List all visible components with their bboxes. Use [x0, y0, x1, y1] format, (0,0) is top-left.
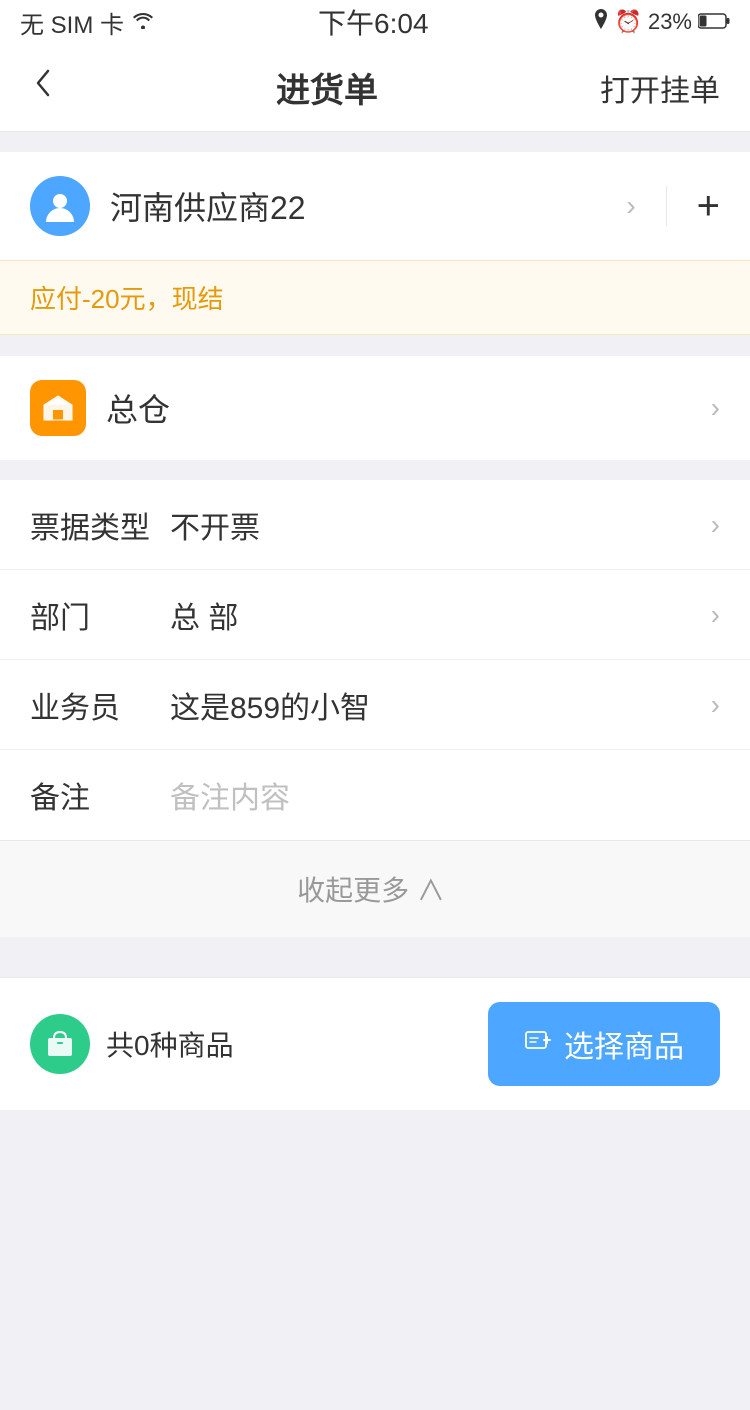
supplier-chevron-icon: ›: [626, 190, 635, 222]
warehouse-icon: [30, 380, 86, 436]
section-gap-1: [0, 132, 750, 152]
product-count-area: 共0种商品: [30, 1014, 234, 1074]
department-chevron-icon: ›: [711, 599, 720, 631]
page-background: [0, 1110, 750, 1410]
open-pending-button[interactable]: 打开挂单: [600, 66, 720, 110]
remark-label: 备注: [30, 773, 160, 817]
select-product-button[interactable]: 选择商品: [488, 1002, 720, 1086]
form-section: 票据类型 不开票 › 部门 总 部 › 业务员 这是859的小智 › 备注 备注…: [0, 480, 750, 840]
warehouse-name: 总仓: [106, 385, 711, 431]
select-product-icon: [524, 1026, 552, 1062]
salesperson-chevron-icon: ›: [711, 689, 720, 721]
supplier-row[interactable]: 河南供应商22 › +: [0, 152, 750, 260]
salesperson-row[interactable]: 业务员 这是859的小智 ›: [0, 660, 750, 750]
salesperson-value: 这是859的小智: [160, 683, 711, 727]
status-bar: 无 SIM 卡 下午6:04 ⏰ 23%: [0, 0, 750, 44]
department-value: 总 部: [160, 593, 711, 637]
supplier-add-button[interactable]: +: [697, 184, 720, 229]
salesperson-label: 业务员: [30, 683, 160, 727]
nav-bar: 进货单 打开挂单: [0, 44, 750, 132]
supplier-card: 河南供应商22 › + 应付-20元，现结: [0, 152, 750, 335]
supplier-name: 河南供应商22: [110, 183, 626, 229]
warehouse-chevron-icon: ›: [711, 392, 720, 424]
location-icon: [593, 9, 609, 35]
invoice-type-chevron-icon: ›: [711, 509, 720, 541]
notice-banner: 应付-20元，现结: [0, 260, 750, 335]
section-gap-2: [0, 335, 750, 355]
remark-input[interactable]: 备注内容: [160, 773, 720, 817]
remark-row[interactable]: 备注 备注内容: [0, 750, 750, 840]
invoice-type-label: 票据类型: [30, 503, 160, 547]
bottom-bar: 共0种商品 选择商品: [0, 977, 750, 1110]
product-count-text: 共0种商品: [106, 1024, 234, 1064]
vertical-divider: [666, 186, 667, 226]
notice-text: 应付-20元，现结: [30, 284, 224, 314]
status-time: 下午6:04: [318, 2, 429, 42]
status-left: 无 SIM 卡: [20, 5, 154, 40]
section-gap-3: [0, 937, 750, 957]
invoice-type-row[interactable]: 票据类型 不开票 ›: [0, 480, 750, 570]
status-right: ⏰ 23%: [593, 9, 730, 35]
sim-label: 无 SIM 卡: [20, 5, 124, 40]
select-product-label: 选择商品: [564, 1022, 684, 1066]
page-title: 进货单: [276, 63, 378, 112]
collapse-label: 收起更多 ∧: [297, 869, 445, 909]
invoice-type-value: 不开票: [160, 503, 711, 547]
alarm-icon: ⏰: [615, 9, 642, 35]
battery-icon: [698, 9, 730, 35]
department-row[interactable]: 部门 总 部 ›: [0, 570, 750, 660]
supplier-avatar: [30, 176, 90, 236]
warehouse-row[interactable]: 总仓 ›: [0, 355, 750, 460]
warehouse-card: 总仓 ›: [0, 355, 750, 460]
collapse-row[interactable]: 收起更多 ∧: [0, 840, 750, 937]
battery-label: 23%: [648, 9, 692, 35]
department-label: 部门: [30, 593, 160, 637]
back-button[interactable]: [30, 63, 54, 112]
wifi-icon: [132, 8, 154, 36]
product-icon: [30, 1014, 90, 1074]
